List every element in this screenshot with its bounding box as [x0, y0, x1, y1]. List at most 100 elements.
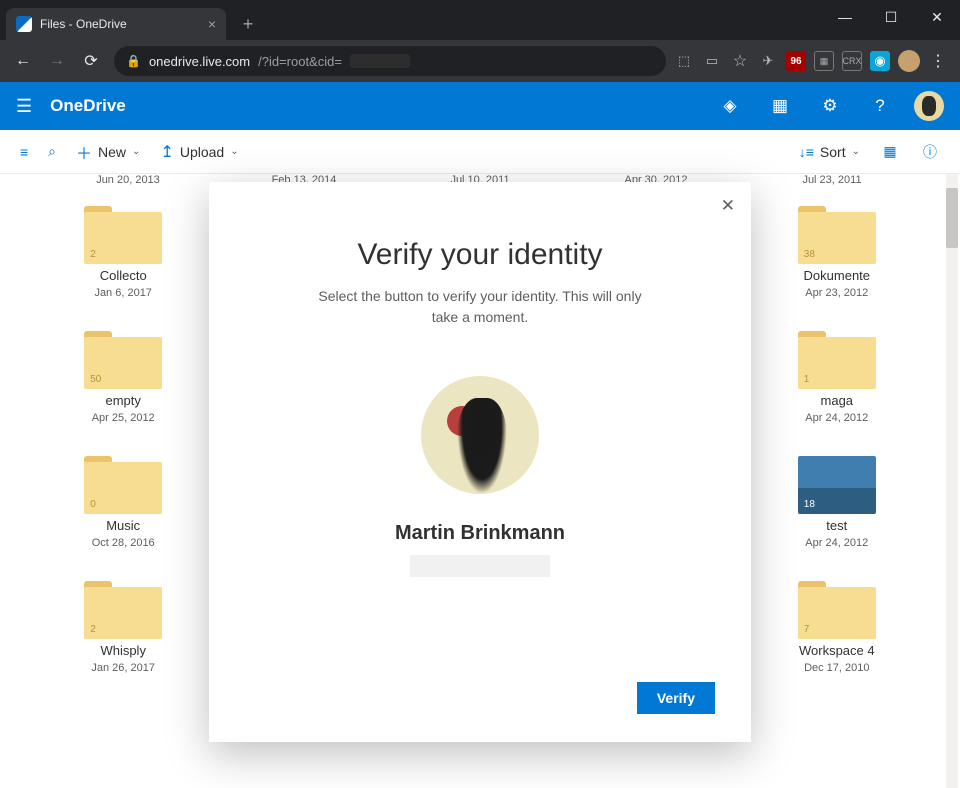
ext-blue-icon[interactable]: ◉: [870, 51, 890, 71]
chevron-down-icon: ⌄: [230, 146, 238, 157]
file-name: Collecto: [100, 268, 147, 283]
folder-icon: 1: [798, 331, 876, 389]
settings-gear-icon[interactable]: ⚙: [814, 90, 846, 122]
premium-icon[interactable]: ◈: [714, 90, 746, 122]
file-tile[interactable]: 50 empty Apr 25, 2012: [40, 331, 206, 424]
file-tile[interactable]: 1 maga Apr 24, 2012: [754, 331, 920, 424]
forward-button[interactable]: →: [42, 46, 72, 76]
browser-menu-icon[interactable]: ⋮: [928, 51, 948, 71]
onedrive-favicon: [16, 16, 32, 32]
file-name: Dokumente: [804, 268, 870, 283]
item-count-badge: 2: [90, 624, 96, 635]
url-redacted: [350, 54, 410, 68]
file-date: Oct 28, 2016: [92, 537, 155, 549]
url-domain: onedrive.live.com: [149, 54, 250, 69]
item-count-badge: 38: [804, 249, 815, 260]
upload-icon: ↥: [160, 142, 173, 162]
file-tile[interactable]: 18 test Apr 24, 2012: [754, 456, 920, 549]
file-date: Jan 26, 2017: [91, 662, 155, 674]
ext-box-icon[interactable]: ▦: [814, 51, 834, 71]
crx-icon[interactable]: CRX: [842, 51, 862, 71]
close-window-button[interactable]: ✕: [914, 0, 960, 34]
file-tile[interactable]: 38 Dokumente Apr 23, 2012: [754, 206, 920, 299]
cast-icon[interactable]: ▭: [702, 51, 722, 71]
folder-icon: 2: [84, 581, 162, 639]
file-tile[interactable]: 7 Workspace 4 Dec 17, 2010: [754, 581, 920, 674]
onedrive-header: ☰ OneDrive ◈ ▦ ⚙ ?: [0, 82, 960, 130]
item-count-badge: 7: [804, 624, 810, 635]
file-date: Apr 24, 2012: [805, 412, 868, 424]
folder-icon: 38: [798, 206, 876, 264]
bookmark-icon[interactable]: ☆: [730, 51, 750, 71]
folder-icon: 2: [84, 206, 162, 264]
reload-button[interactable]: ⟳: [76, 46, 106, 76]
address-bar[interactable]: 🔒 onedrive.live.com /?id=root&cid=: [114, 46, 666, 76]
new-label: New: [98, 144, 126, 160]
browser-tab[interactable]: Files - OneDrive ×: [6, 8, 226, 40]
verify-identity-modal: ✕ Verify your identity Select the button…: [209, 182, 751, 742]
app-launcher-icon[interactable]: ▦: [764, 90, 796, 122]
browser-toolbar: ← → ⟳ 🔒 onedrive.live.com/?id=root&cid= …: [0, 40, 960, 82]
url-path: /?id=root&cid=: [258, 54, 342, 69]
file-date: Jan 6, 2017: [94, 287, 152, 299]
item-count-badge: 1: [804, 374, 810, 385]
folder-icon: 7: [798, 581, 876, 639]
folder-icon: 0: [84, 456, 162, 514]
file-name: maga: [821, 393, 854, 408]
tab-title: Files - OneDrive: [40, 17, 127, 31]
file-date: Apr 25, 2012: [92, 412, 155, 424]
file-date: Apr 23, 2012: [805, 287, 868, 299]
file-tile[interactable]: 0 Music Oct 28, 2016: [40, 456, 206, 549]
file-date: Apr 24, 2012: [805, 537, 868, 549]
translate-icon[interactable]: ⬚: [674, 51, 694, 71]
file-name: test: [826, 518, 847, 533]
extensions-row: ⬚ ▭ ☆ ✈ 96 ▦ CRX ◉ ⋮: [674, 50, 952, 72]
item-count-badge: 50: [90, 374, 101, 385]
user-name: Martin Brinkmann: [395, 522, 565, 545]
profile-avatar-icon[interactable]: [898, 50, 920, 72]
browser-titlebar: Files - OneDrive × + — ☐ ✕: [0, 0, 960, 40]
search-button[interactable]: ⌕: [42, 139, 62, 164]
lock-icon: 🔒: [126, 54, 141, 68]
scrollbar-track[interactable]: [946, 174, 958, 788]
sort-button[interactable]: ↓≡ Sort ⌄: [793, 140, 866, 164]
item-count-badge: 0: [90, 499, 96, 510]
help-icon[interactable]: ?: [864, 90, 896, 122]
new-button[interactable]: ＋ New ⌄: [70, 136, 146, 168]
cut-date: Jul 23, 2011: [752, 174, 912, 186]
nav-hamburger-icon[interactable]: ☰: [16, 96, 32, 117]
file-tile[interactable]: 2 Collecto Jan 6, 2017: [40, 206, 206, 299]
back-button[interactable]: ←: [8, 46, 38, 76]
folder-icon: 50: [84, 331, 162, 389]
window-controls: — ☐ ✕: [822, 0, 960, 34]
item-count-badge: 2: [90, 249, 96, 260]
chevron-down-icon: ⌄: [852, 146, 860, 157]
cut-date: Jun 20, 2013: [48, 174, 208, 186]
new-tab-button[interactable]: +: [234, 10, 262, 38]
file-name: empty: [105, 393, 140, 408]
account-avatar[interactable]: [914, 91, 944, 121]
ublock-icon[interactable]: 96: [786, 51, 806, 71]
upload-label: Upload: [180, 144, 224, 160]
info-button[interactable]: ⓘ: [914, 136, 946, 168]
file-name: Music: [106, 518, 140, 533]
maximize-button[interactable]: ☐: [868, 0, 914, 34]
upload-button[interactable]: ↥ Upload ⌄: [154, 138, 244, 166]
scrollbar-thumb[interactable]: [946, 188, 958, 248]
close-icon[interactable]: ✕: [721, 196, 735, 216]
modal-title: Verify your identity: [357, 238, 602, 272]
item-count-badge: 18: [804, 499, 815, 510]
file-date: Dec 17, 2010: [804, 662, 869, 674]
close-tab-icon[interactable]: ×: [208, 16, 216, 32]
command-bar: ≡ ⌕ ＋ New ⌄ ↥ Upload ⌄ ↓≡ Sort ⌄ ▦ ⓘ: [0, 130, 960, 174]
sort-label: Sort: [820, 144, 846, 160]
side-panel-toggle[interactable]: ≡: [14, 140, 34, 164]
verify-button[interactable]: Verify: [637, 682, 715, 714]
file-name: Workspace 4: [799, 643, 875, 658]
plus-icon: ＋: [76, 140, 92, 164]
view-toggle-button[interactable]: ▦: [874, 136, 906, 168]
plane-icon[interactable]: ✈: [758, 51, 778, 71]
sort-icon: ↓≡: [799, 144, 814, 160]
file-tile[interactable]: 2WhisplyJan 26, 2017: [40, 581, 206, 674]
minimize-button[interactable]: —: [822, 0, 868, 34]
